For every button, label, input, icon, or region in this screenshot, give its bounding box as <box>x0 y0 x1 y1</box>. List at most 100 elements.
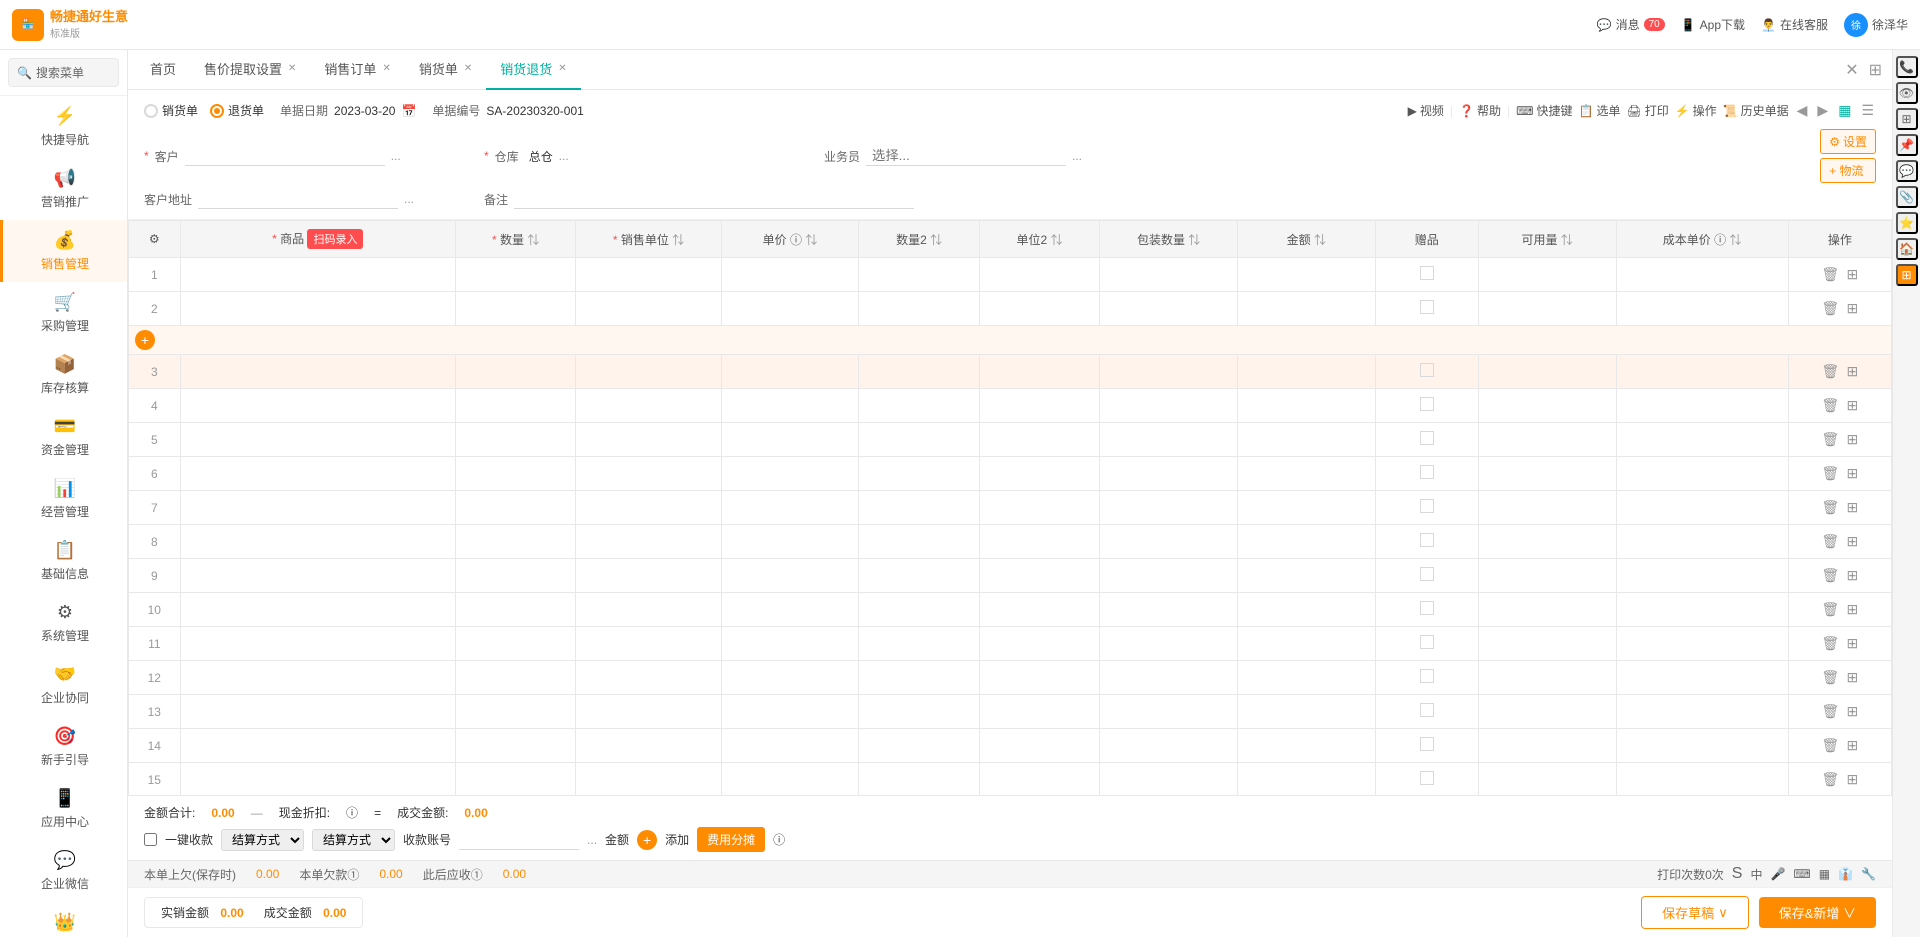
unit2-cell[interactable] <box>979 423 1099 457</box>
cost-unit-cell[interactable] <box>1616 559 1788 593</box>
amount-cell[interactable] <box>1237 457 1375 491</box>
staff-input[interactable] <box>866 146 1066 166</box>
gift-checkbox[interactable] <box>1420 737 1434 751</box>
gift-checkbox[interactable] <box>1420 567 1434 581</box>
pack-qty-cell[interactable] <box>1100 491 1238 525</box>
cost-unit-cell[interactable] <box>1616 593 1788 627</box>
one-click-checkbox[interactable] <box>144 833 157 846</box>
sales-unit-cell[interactable] <box>576 258 721 292</box>
unit2-cell[interactable] <box>979 355 1099 389</box>
available-cell[interactable] <box>1478 661 1616 695</box>
copy-row-btn[interactable]: ⊞ <box>1845 769 1861 790</box>
sidebar-item-newbie[interactable]: 🎯 新手引导 <box>0 716 127 778</box>
delete-row-btn[interactable]: 🗑 <box>1819 565 1841 586</box>
available-cell[interactable] <box>1478 491 1616 525</box>
qty2-cell[interactable] <box>859 627 979 661</box>
delete-row-btn[interactable]: 🗑 <box>1819 735 1841 756</box>
calendar-icon[interactable]: 📅 <box>401 104 416 118</box>
unit-price-cell[interactable] <box>721 695 859 729</box>
qty2-cell[interactable] <box>859 525 979 559</box>
unit-price-cell[interactable] <box>721 729 859 763</box>
save-draft-btn[interactable]: 保存草稿 ∨ <box>1641 896 1749 929</box>
cost-unit-cell[interactable] <box>1616 729 1788 763</box>
pack-qty-cell[interactable] <box>1100 729 1238 763</box>
product-cell[interactable] <box>180 763 455 796</box>
sales-unit-cell[interactable] <box>576 355 721 389</box>
qty-cell[interactable] <box>455 258 575 292</box>
sales-unit-cell[interactable] <box>576 593 721 627</box>
th-settings[interactable]: ⚙ <box>129 221 181 258</box>
pack-qty-cell[interactable] <box>1100 389 1238 423</box>
qty-cell[interactable] <box>455 559 575 593</box>
copy-row-btn[interactable]: ⊞ <box>1845 463 1861 484</box>
amount-cell[interactable] <box>1237 525 1375 559</box>
delete-row-btn[interactable]: 🗑 <box>1819 667 1841 688</box>
sales-unit-cell[interactable] <box>576 559 721 593</box>
cost-unit-cell[interactable] <box>1616 355 1788 389</box>
remark-input[interactable] <box>514 189 914 209</box>
copy-row-btn[interactable]: ⊞ <box>1845 701 1861 722</box>
amount-cell[interactable] <box>1237 389 1375 423</box>
unit-price-cell[interactable] <box>721 661 859 695</box>
amount-cell[interactable] <box>1237 695 1375 729</box>
copy-row-btn[interactable]: ⊞ <box>1845 565 1861 586</box>
unit-price-cell[interactable] <box>721 423 859 457</box>
product-cell[interactable] <box>180 389 455 423</box>
qty-cell[interactable] <box>455 729 575 763</box>
fees-btn[interactable]: 费用分摊 <box>697 827 765 852</box>
qty2-cell[interactable] <box>859 292 979 326</box>
gift-checkbox[interactable] <box>1420 397 1434 411</box>
qty2-cell[interactable] <box>859 593 979 627</box>
delete-row-btn[interactable]: 🗑 <box>1819 463 1841 484</box>
customer-input[interactable] <box>185 146 385 166</box>
rp-btn9[interactable]: ⊞ <box>1896 264 1918 286</box>
unit-price-cell[interactable] <box>721 763 859 796</box>
delete-row-btn[interactable]: 🗑 <box>1819 769 1841 790</box>
sales-unit-cell[interactable] <box>576 729 721 763</box>
qty-cell[interactable] <box>455 491 575 525</box>
operate-btn[interactable]: ⚡ 操作 <box>1675 102 1717 119</box>
unit-price-cell[interactable] <box>721 457 859 491</box>
radio-return[interactable]: 退货单 <box>210 102 264 119</box>
unit-price-cell[interactable] <box>721 389 859 423</box>
unit2-cell[interactable] <box>979 258 1099 292</box>
tab-home[interactable]: 首页 <box>136 50 190 90</box>
cost-unit-cell[interactable] <box>1616 491 1788 525</box>
gift-checkbox[interactable] <box>1420 771 1434 785</box>
tab-sales-order[interactable]: 销售订单 ✕ <box>310 50 404 90</box>
next-btn[interactable]: ▶ <box>1815 100 1830 121</box>
sales-unit-cell[interactable] <box>576 525 721 559</box>
qty-cell[interactable] <box>455 763 575 796</box>
available-cell[interactable] <box>1478 457 1616 491</box>
product-cell[interactable] <box>180 593 455 627</box>
tab-sales-delivery-close[interactable]: ✕ <box>464 63 472 74</box>
pack-qty-cell[interactable] <box>1100 457 1238 491</box>
amount-cell[interactable] <box>1237 355 1375 389</box>
sales-unit-cell[interactable] <box>576 763 721 796</box>
list-view-btn[interactable]: ☰ <box>1859 100 1876 121</box>
unit2-cell[interactable] <box>979 389 1099 423</box>
copy-row-btn[interactable]: ⊞ <box>1845 361 1861 382</box>
app-download-btn[interactable]: 📱 App下载 <box>1681 16 1745 33</box>
calculation-select[interactable]: 结算方式 <box>312 829 395 851</box>
unit2-cell[interactable] <box>979 695 1099 729</box>
qty2-cell[interactable] <box>859 491 979 525</box>
unit-price-cell[interactable] <box>721 355 859 389</box>
product-cell[interactable] <box>180 559 455 593</box>
product-cell[interactable] <box>180 292 455 326</box>
qty-cell[interactable] <box>455 423 575 457</box>
unit2-cell[interactable] <box>979 457 1099 491</box>
rp-btn2[interactable]: 👁 <box>1896 82 1918 104</box>
copy-row-btn[interactable]: ⊞ <box>1845 599 1861 620</box>
tool4[interactable]: ▦ <box>1819 867 1830 881</box>
qty-cell[interactable] <box>455 593 575 627</box>
pack-qty-cell[interactable] <box>1100 695 1238 729</box>
qty-cell[interactable] <box>455 389 575 423</box>
sidebar-item-inventory[interactable]: 📦 库存核算 <box>0 344 127 406</box>
tab-price-settings-close[interactable]: ✕ <box>288 63 296 74</box>
qty2-cell[interactable] <box>859 258 979 292</box>
copy-row-btn[interactable]: ⊞ <box>1845 264 1861 285</box>
unit-price-cell[interactable] <box>721 559 859 593</box>
help-btn[interactable]: ❓ 帮助 <box>1459 102 1501 119</box>
amount-cell[interactable] <box>1237 491 1375 525</box>
